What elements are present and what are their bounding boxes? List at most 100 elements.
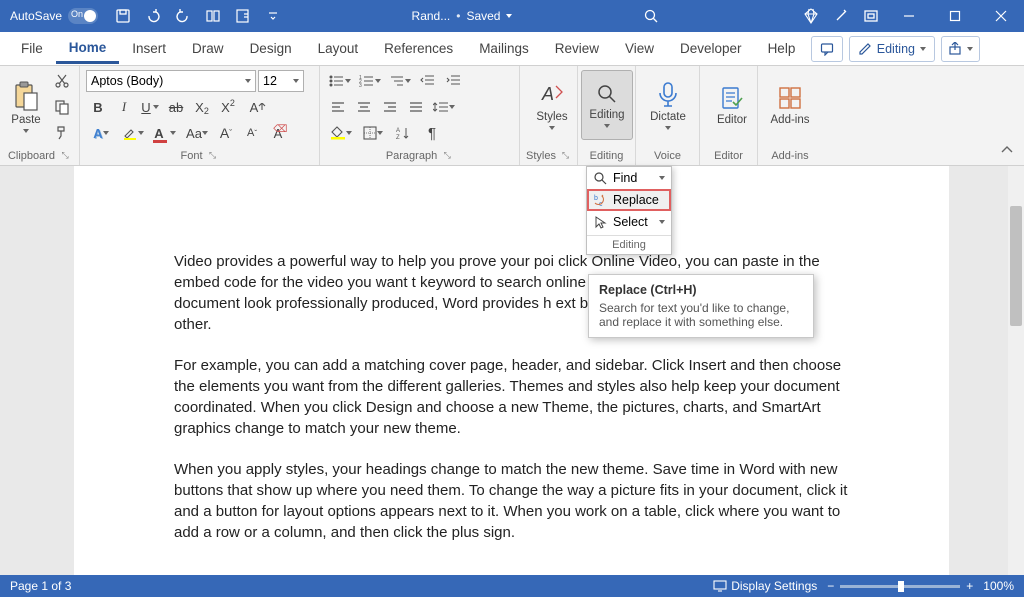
editor-button[interactable]: Editor [706, 70, 758, 140]
ribbon: Paste Clipboard⤡ Aptos (Body) 12 B I U [0, 66, 1024, 166]
strikethrough-button[interactable]: ab [164, 96, 188, 118]
align-center-button[interactable] [352, 96, 376, 118]
share-button[interactable] [941, 36, 980, 62]
zoom-level[interactable]: 100% [983, 579, 1014, 593]
dialog-launcher-icon[interactable]: ⤡ [59, 150, 71, 162]
chevron-down-icon [604, 124, 610, 128]
tab-insert[interactable]: Insert [119, 35, 179, 62]
find-label: Find [613, 171, 637, 185]
font-name-value: Aptos (Body) [91, 74, 163, 88]
qat-icon-1[interactable] [198, 0, 228, 32]
tab-developer[interactable]: Developer [667, 35, 755, 62]
tab-review[interactable]: Review [542, 35, 612, 62]
borders-button[interactable] [358, 122, 388, 144]
chevron-down-icon [506, 14, 512, 18]
search-icon[interactable] [636, 0, 666, 32]
zoom-slider-thumb[interactable] [898, 581, 904, 592]
autosave-toggle[interactable]: AutoSave On [0, 8, 108, 24]
shrink-font-button[interactable]: Aˇ [240, 122, 264, 144]
align-right-button[interactable] [378, 96, 402, 118]
dialog-launcher-icon[interactable]: ⤡ [441, 150, 453, 162]
highlight-button[interactable] [118, 122, 148, 144]
maximize-button[interactable] [932, 0, 978, 32]
editing-dropdown: Find bc Replace Select Editing [586, 166, 672, 255]
chevron-down-icon [665, 126, 671, 130]
tab-references[interactable]: References [371, 35, 466, 62]
redo-icon[interactable] [168, 0, 198, 32]
paragraph-group-label: Paragraph [386, 150, 437, 162]
format-painter-button[interactable] [50, 122, 74, 144]
document-page[interactable]: Video provides a powerful way to help yo… [74, 166, 949, 575]
dictate-button[interactable]: Dictate [642, 70, 694, 140]
find-menu-item[interactable]: Find [587, 167, 671, 189]
cut-button[interactable] [50, 70, 74, 92]
align-left-button[interactable] [326, 96, 350, 118]
toggle-switch[interactable]: On [68, 8, 98, 24]
italic-button[interactable]: I [112, 96, 136, 118]
zoom-in-button[interactable]: + [966, 579, 973, 593]
tab-design[interactable]: Design [237, 35, 305, 62]
autosave-label: AutoSave [10, 9, 62, 23]
addins-button[interactable]: Add-ins [764, 70, 816, 140]
select-menu-item[interactable]: Select [587, 211, 671, 233]
bullets-button[interactable] [326, 70, 354, 92]
scrollbar-thumb[interactable] [1010, 206, 1022, 326]
zoom-out-button[interactable]: − [827, 579, 834, 593]
tab-home[interactable]: Home [56, 34, 120, 64]
line-spacing-button[interactable] [430, 96, 458, 118]
tab-layout[interactable]: Layout [305, 35, 372, 62]
underline-button[interactable]: U [138, 96, 162, 118]
font-name-select[interactable]: Aptos (Body) [86, 70, 256, 92]
qat-icon-2[interactable] [228, 0, 258, 32]
minimize-button[interactable] [886, 0, 932, 32]
dialog-launcher-icon[interactable]: ⤡ [207, 150, 219, 162]
sort-button[interactable]: AZ [390, 122, 418, 144]
page-indicator[interactable]: Page 1 of 3 [10, 579, 713, 593]
font-size-select[interactable]: 12 [258, 70, 304, 92]
collapse-ribbon-button[interactable] [1000, 142, 1014, 160]
tab-view[interactable]: View [612, 35, 667, 62]
display-settings-button[interactable]: Display Settings [713, 579, 817, 593]
change-case-button[interactable]: A [242, 96, 274, 118]
numbering-button[interactable]: 123 [356, 70, 384, 92]
clear-formatting-button[interactable]: A⌫ [266, 122, 290, 144]
dialog-launcher-icon[interactable]: ⤡ [560, 150, 571, 162]
superscript-button[interactable]: X2 [216, 96, 240, 118]
decrease-indent-button[interactable] [416, 70, 440, 92]
chevron-down-icon [405, 79, 411, 83]
increase-indent-button[interactable] [442, 70, 466, 92]
multilevel-list-button[interactable] [386, 70, 414, 92]
save-icon[interactable] [108, 0, 138, 32]
chevron-down-icon [377, 131, 383, 135]
styles-button[interactable]: A Styles [526, 70, 578, 140]
tab-draw[interactable]: Draw [179, 35, 237, 62]
undo-icon[interactable] [138, 0, 168, 32]
text-effects-button[interactable]: A [86, 122, 116, 144]
zoom-slider[interactable] [840, 585, 960, 588]
editing-button[interactable]: Editing [581, 70, 633, 140]
tab-mailings[interactable]: Mailings [466, 35, 542, 62]
copy-button[interactable] [50, 96, 74, 118]
font-color-button[interactable]: A [150, 122, 180, 144]
bold-button[interactable]: B [86, 96, 110, 118]
wand-icon[interactable] [826, 0, 856, 32]
paste-button[interactable]: Paste [6, 74, 46, 140]
diamond-icon[interactable] [796, 0, 826, 32]
qat-overflow-icon[interactable] [258, 0, 288, 32]
subscript-button[interactable]: X2 [190, 96, 214, 118]
tab-help[interactable]: Help [755, 35, 809, 62]
account-icon[interactable] [986, 33, 1016, 65]
shading-button[interactable] [326, 122, 356, 144]
editing-mode-button[interactable]: Editing [849, 36, 935, 62]
vertical-scrollbar[interactable] [1008, 166, 1024, 575]
comments-button[interactable] [811, 36, 843, 62]
justify-button[interactable] [404, 96, 428, 118]
character-case-button[interactable]: Aa [182, 122, 212, 144]
document-title[interactable]: Rand... • Saved [288, 9, 636, 23]
replace-menu-item[interactable]: bc Replace [587, 189, 671, 211]
window-icon[interactable] [856, 0, 886, 32]
show-marks-button[interactable]: ¶ [420, 122, 444, 144]
close-button[interactable] [978, 0, 1024, 32]
tab-file[interactable]: File [8, 35, 56, 62]
grow-font-button[interactable]: Aˇ [214, 122, 238, 144]
